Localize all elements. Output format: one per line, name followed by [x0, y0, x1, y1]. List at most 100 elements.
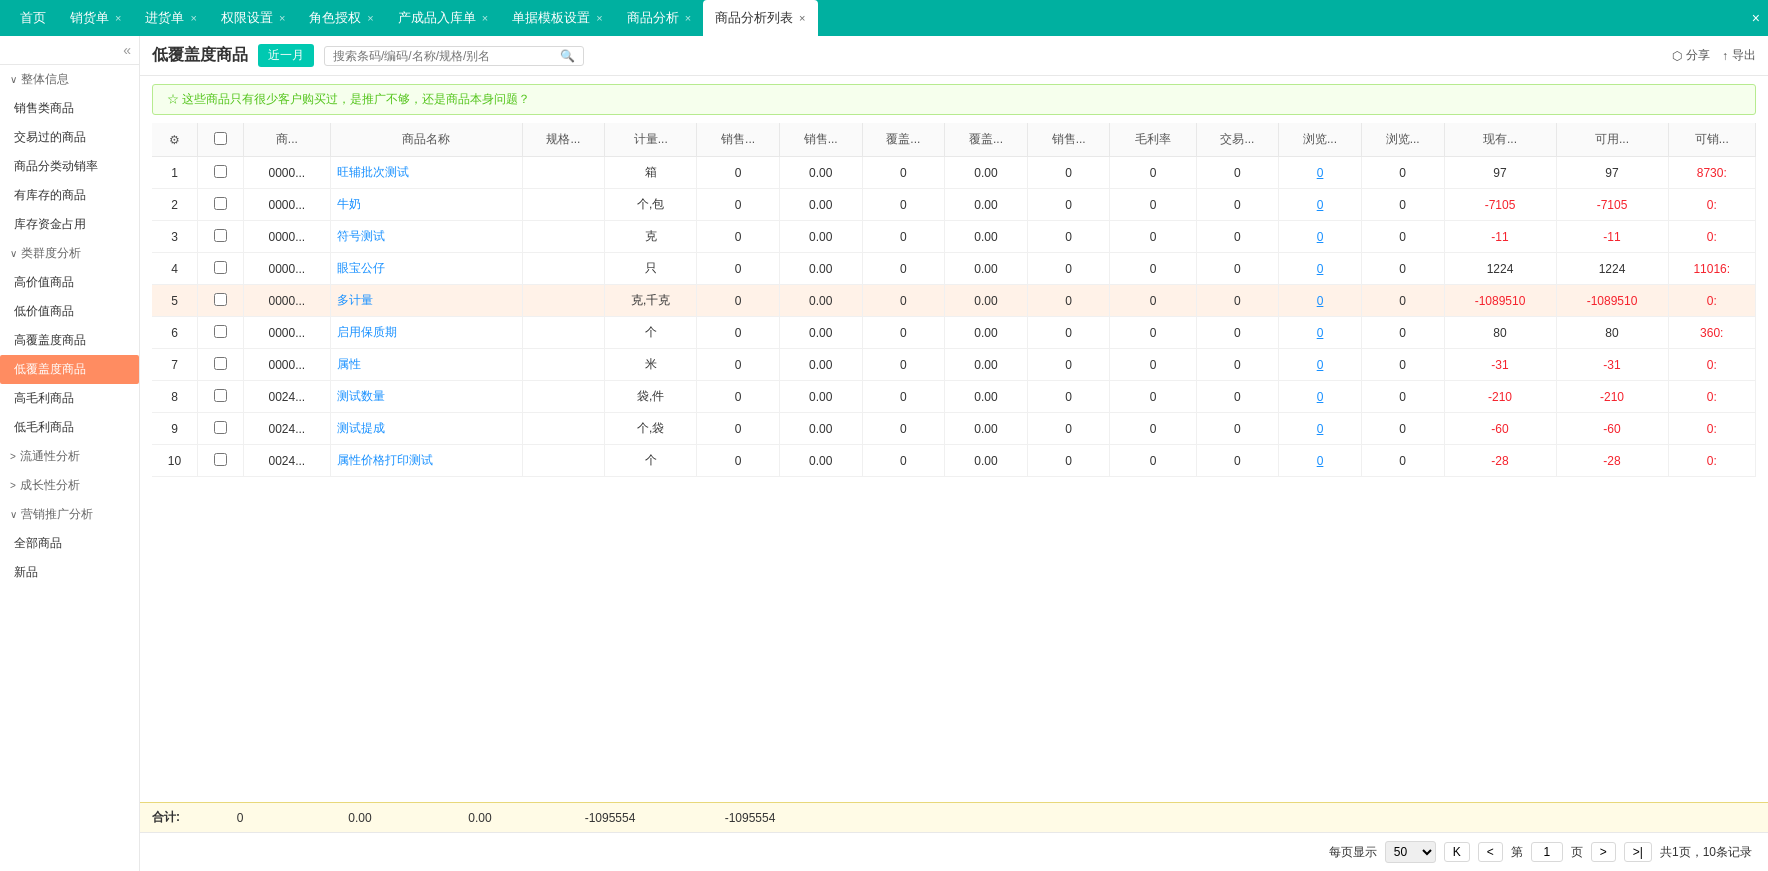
nav-tab-home[interactable]: 首页 — [8, 0, 58, 36]
col-settings[interactable]: ⚙ — [152, 123, 197, 157]
sidebar-item-low-margin[interactable]: 低毛利商品 — [0, 413, 139, 442]
row-num: 3 — [152, 221, 197, 253]
nav-tab-warehouse[interactable]: 产成品入库单 × — [386, 0, 500, 36]
col-sales-amt[interactable]: 销售... — [779, 123, 862, 157]
sidebar-item-high-value[interactable]: 高价值商品 — [0, 268, 139, 297]
sidebar-item-traded-goods[interactable]: 交易过的商品 — [0, 123, 139, 152]
col-sales-other[interactable]: 销售... — [1027, 123, 1110, 157]
sidebar-item-sales-goods[interactable]: 销售类商品 — [0, 94, 139, 123]
first-page-button[interactable]: K — [1444, 842, 1470, 862]
nav-tab-sales[interactable]: 销货单 × — [58, 0, 133, 36]
close-icon[interactable]: × — [799, 12, 805, 24]
sidebar-item-low-value[interactable]: 低价值商品 — [0, 297, 139, 326]
sidebar-section-growth[interactable]: > 成长性分析 — [0, 471, 139, 500]
page-size-select[interactable]: 50 100 200 — [1385, 841, 1436, 863]
close-icon[interactable]: × — [596, 12, 602, 24]
row-name[interactable]: 属性 — [331, 349, 523, 381]
settings-icon[interactable]: ⚙ — [169, 133, 180, 147]
col-available[interactable]: 可用... — [1556, 123, 1668, 157]
row-checkbox[interactable] — [197, 189, 243, 221]
row-select-checkbox[interactable] — [214, 357, 227, 370]
export-button[interactable]: ↑ 导出 — [1722, 47, 1756, 64]
filter-period-button[interactable]: 近一月 — [258, 44, 314, 67]
sidebar-item-category-rate[interactable]: 商品分类动销率 — [0, 152, 139, 181]
col-code[interactable]: 商... — [243, 123, 330, 157]
row-name[interactable]: 多计量 — [331, 285, 523, 317]
col-browse1[interactable]: 浏览... — [1279, 123, 1362, 157]
search-input[interactable] — [333, 49, 556, 63]
current-page-input[interactable] — [1531, 842, 1563, 862]
close-all-button[interactable]: × — [1752, 10, 1760, 26]
sidebar-item-stocked-goods[interactable]: 有库存的商品 — [0, 181, 139, 210]
close-icon[interactable]: × — [115, 12, 121, 24]
row-select-checkbox[interactable] — [214, 325, 227, 338]
nav-tab-perms[interactable]: 权限设置 × — [209, 0, 297, 36]
row-checkbox[interactable] — [197, 221, 243, 253]
col-name[interactable]: 商品名称 — [331, 123, 523, 157]
col-spec[interactable]: 规格... — [522, 123, 605, 157]
sidebar-item-high-margin[interactable]: 高毛利商品 — [0, 384, 139, 413]
table-row: 1 0000... 旺辅批次测试 箱 0 0.00 0 0.00 0 0 0 0… — [152, 157, 1756, 189]
sidebar-collapse-button[interactable]: « — [123, 42, 131, 58]
col-browse2[interactable]: 浏览... — [1361, 123, 1444, 157]
row-select-checkbox[interactable] — [214, 421, 227, 434]
select-all-checkbox[interactable] — [214, 132, 227, 145]
col-checkbox[interactable] — [197, 123, 243, 157]
row-checkbox[interactable] — [197, 445, 243, 477]
row-checkbox[interactable] — [197, 157, 243, 189]
row-select-checkbox[interactable] — [214, 261, 227, 274]
row-name[interactable]: 旺辅批次测试 — [331, 157, 523, 189]
col-saleable[interactable]: 可销... — [1668, 123, 1756, 157]
nav-tab-template[interactable]: 单据模板设置 × — [500, 0, 614, 36]
sidebar-section-cluster[interactable]: ∨ 类群度分析 — [0, 239, 139, 268]
sidebar-item-new-goods[interactable]: 新品 — [0, 558, 139, 587]
sidebar-section-overall[interactable]: ∨ 整体信息 — [0, 65, 139, 94]
close-icon[interactable]: × — [367, 12, 373, 24]
row-select-checkbox[interactable] — [214, 197, 227, 210]
nav-tab-purchase[interactable]: 进货单 × — [133, 0, 208, 36]
row-browse2: 0 — [1361, 221, 1444, 253]
row-checkbox[interactable] — [197, 253, 243, 285]
prev-page-button[interactable]: < — [1478, 842, 1503, 862]
sidebar-item-low-coverage[interactable]: 低覆盖度商品 — [0, 355, 139, 384]
close-icon[interactable]: × — [482, 12, 488, 24]
sidebar-item-high-coverage[interactable]: 高覆盖度商品 — [0, 326, 139, 355]
row-name[interactable]: 眼宝公仔 — [331, 253, 523, 285]
sidebar-section-marketing[interactable]: ∨ 营销推广分析 — [0, 500, 139, 529]
col-coverage1[interactable]: 覆盖... — [862, 123, 945, 157]
close-icon[interactable]: × — [190, 12, 196, 24]
col-gross-rate[interactable]: 毛利率 — [1110, 123, 1196, 157]
row-name[interactable]: 牛奶 — [331, 189, 523, 221]
sidebar-item-all-goods[interactable]: 全部商品 — [0, 529, 139, 558]
nav-tab-analysis-list[interactable]: 商品分析列表 × — [703, 0, 817, 36]
row-select-checkbox[interactable] — [214, 293, 227, 306]
row-select-checkbox[interactable] — [214, 229, 227, 242]
row-name[interactable]: 测试提成 — [331, 413, 523, 445]
row-checkbox[interactable] — [197, 285, 243, 317]
row-name[interactable]: 启用保质期 — [331, 317, 523, 349]
last-page-button[interactable]: >| — [1624, 842, 1652, 862]
sidebar-section-flow[interactable]: > 流通性分析 — [0, 442, 139, 471]
sidebar-item-inventory-funds[interactable]: 库存资金占用 — [0, 210, 139, 239]
col-coverage2[interactable]: 覆盖... — [945, 123, 1028, 157]
row-name[interactable]: 符号测试 — [331, 221, 523, 253]
share-button[interactable]: ⬡ 分享 — [1672, 47, 1710, 64]
close-icon[interactable]: × — [685, 12, 691, 24]
row-checkbox[interactable] — [197, 413, 243, 445]
row-name[interactable]: 属性价格打印测试 — [331, 445, 523, 477]
next-page-button[interactable]: > — [1591, 842, 1616, 862]
col-trade[interactable]: 交易... — [1196, 123, 1279, 157]
row-select-checkbox[interactable] — [214, 165, 227, 178]
row-checkbox[interactable] — [197, 317, 243, 349]
row-name[interactable]: 测试数量 — [331, 381, 523, 413]
col-sales-qty[interactable]: 销售... — [697, 123, 780, 157]
row-select-checkbox[interactable] — [214, 453, 227, 466]
close-icon[interactable]: × — [279, 12, 285, 24]
row-checkbox[interactable] — [197, 349, 243, 381]
col-unit[interactable]: 计量... — [605, 123, 697, 157]
row-checkbox[interactable] — [197, 381, 243, 413]
nav-tab-roles[interactable]: 角色授权 × — [297, 0, 385, 36]
nav-tab-analysis[interactable]: 商品分析 × — [615, 0, 703, 36]
row-select-checkbox[interactable] — [214, 389, 227, 402]
col-stock-now[interactable]: 现有... — [1444, 123, 1556, 157]
